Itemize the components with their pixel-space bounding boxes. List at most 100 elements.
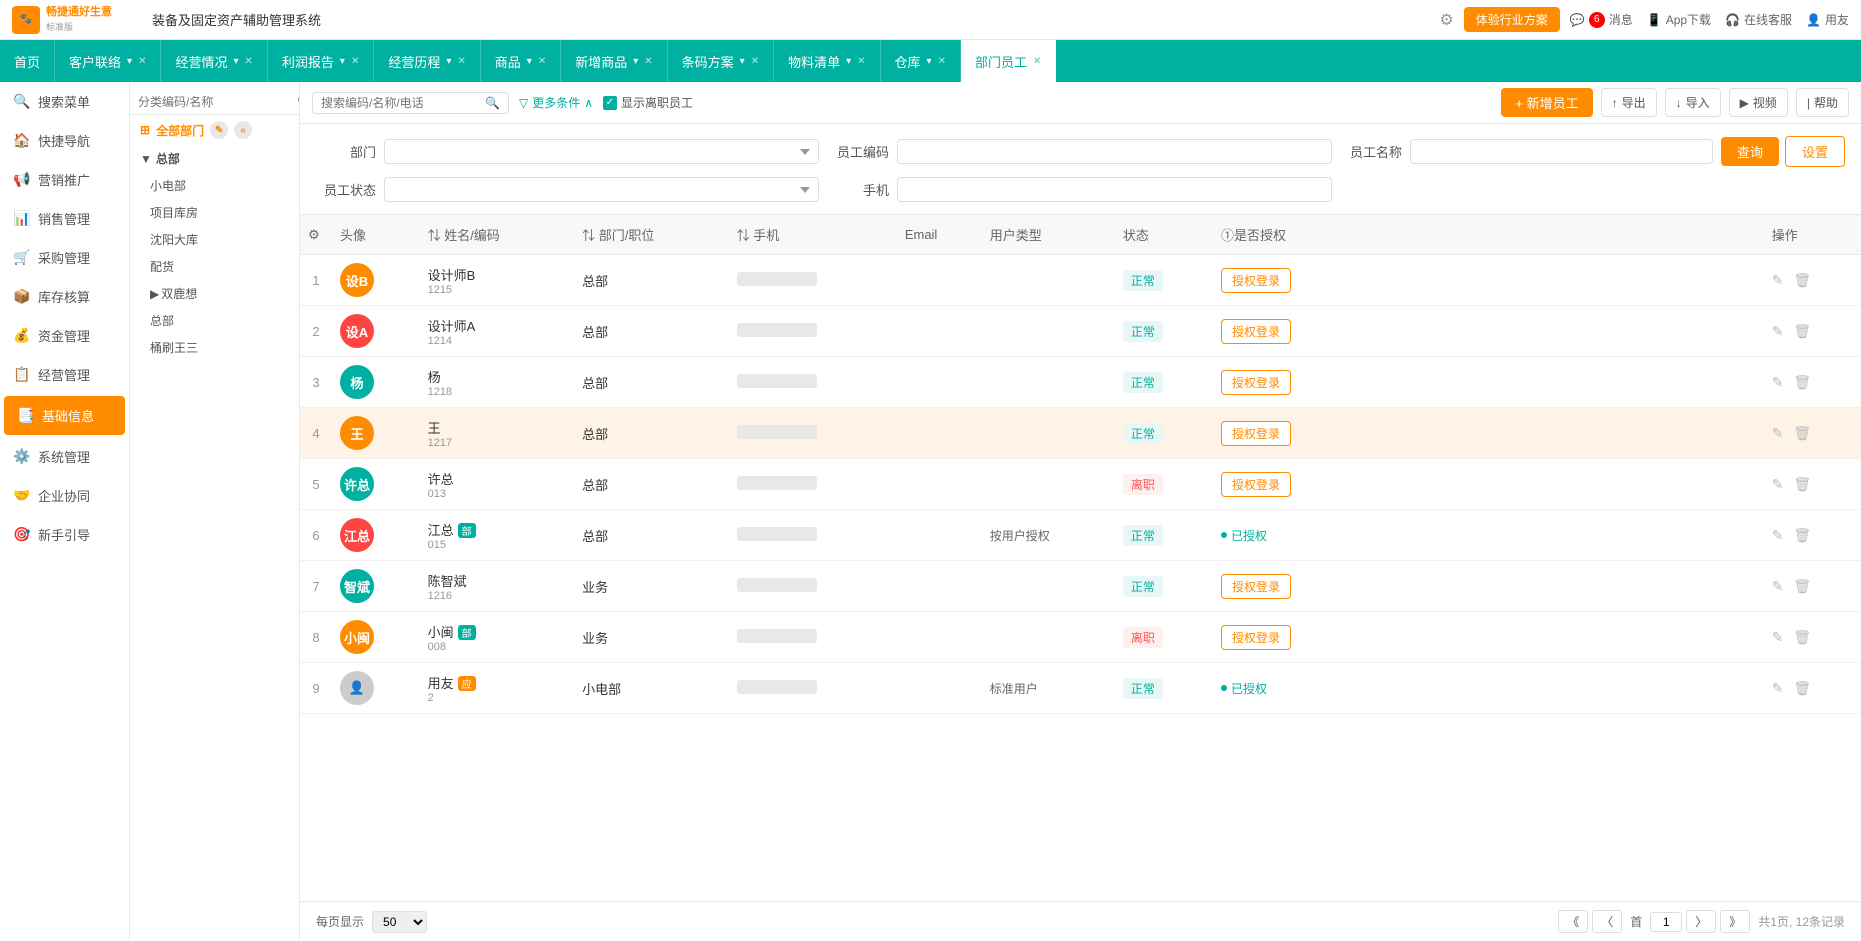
delete-icon[interactable]: 🗑 xyxy=(1793,374,1811,391)
nav-tab-bom[interactable]: 物料清单▾✕ xyxy=(774,40,880,82)
auth-btn-2[interactable]: 授权登录 xyxy=(1221,370,1291,395)
add-employee-btn[interactable]: + 新增员工 xyxy=(1501,88,1592,117)
page-label: 首 xyxy=(1630,913,1642,930)
user-btn[interactable]: 👤 用友 xyxy=(1806,11,1849,28)
delete-icon[interactable]: 🗑 xyxy=(1793,578,1811,595)
sidebar-item-marketing[interactable]: 📢 营销推广 xyxy=(0,160,129,199)
nav-tab-new-goods[interactable]: 新增商品▾✕ xyxy=(561,40,667,82)
sidebar-item-finance[interactable]: 💰 资金管理 xyxy=(0,316,129,355)
trial-btn[interactable]: 体验行业方案 xyxy=(1464,7,1560,32)
nav-tab-dept-staff[interactable]: 部门员工✕ xyxy=(961,40,1056,82)
dept-node-project[interactable]: 项目库房 xyxy=(130,199,299,226)
pager-next[interactable]: 〉 xyxy=(1686,910,1716,933)
pager-last[interactable]: 》 xyxy=(1720,910,1750,933)
search-btn[interactable]: 查询 xyxy=(1721,137,1779,166)
auth-btn-4[interactable]: 授权登录 xyxy=(1221,472,1291,497)
delete-icon[interactable]: 🗑 xyxy=(1793,272,1811,289)
sidebar-item-sales[interactable]: 📊 销售管理 xyxy=(0,199,129,238)
filter-more-btn[interactable]: ▽ 更多条件 ∧ xyxy=(519,94,593,111)
sidebar-item-purchase[interactable]: 🛒 采购管理 xyxy=(0,238,129,277)
dept-node-small-elec[interactable]: 小电部 xyxy=(130,172,299,199)
pager-prev[interactable]: 〈 xyxy=(1592,910,1622,933)
edit-icon[interactable]: ✎ xyxy=(1772,629,1784,646)
auth-btn-7[interactable]: 授权登录 xyxy=(1221,625,1291,650)
edit-icon[interactable]: ✎ xyxy=(1772,425,1784,442)
app-download-btn[interactable]: 📱 App下载 xyxy=(1647,11,1711,28)
dept-node-brush[interactable]: 桶刷王三 xyxy=(130,334,299,361)
phone-input[interactable] xyxy=(897,177,1332,202)
message-btn[interactable]: 💬 6 消息 xyxy=(1570,11,1633,28)
nav-tab-warehouse[interactable]: 仓库▾✕ xyxy=(881,40,961,82)
th-phone[interactable]: ⇅ 手机 xyxy=(729,215,897,255)
nav-tab-home[interactable]: 首页 xyxy=(0,40,55,82)
dept-node-shuanglu[interactable]: ▶ 双鹿想 xyxy=(130,280,299,307)
th-name[interactable]: ⇅ 姓名/编码 xyxy=(420,215,575,255)
dept-collapse-icon[interactable]: « xyxy=(234,121,252,139)
row-email-cell xyxy=(897,255,982,306)
nav-tab-goods[interactable]: 商品▾✕ xyxy=(481,40,561,82)
delete-icon[interactable]: 🗑 xyxy=(1793,476,1811,493)
nav-tab-history[interactable]: 经营历程▾✕ xyxy=(374,40,480,82)
top-bar-actions: 💬 6 消息 📱 App下载 🎧 在线客服 👤 用友 xyxy=(1570,11,1849,28)
th-settings[interactable]: ⚙ xyxy=(300,215,332,255)
sidebar-item-system[interactable]: ⚙️ 系统管理 xyxy=(0,437,129,476)
delete-icon[interactable]: 🗑 xyxy=(1793,425,1811,442)
dept-edit-icon[interactable]: ✎ xyxy=(210,121,228,139)
edit-icon[interactable]: ✎ xyxy=(1772,578,1784,595)
delete-icon[interactable]: 🗑 xyxy=(1793,629,1811,646)
row-op-cell: ✎ 🗑 xyxy=(1764,459,1861,510)
nav-tab-customer[interactable]: 客户联络▾✕ xyxy=(55,40,161,82)
delete-icon[interactable]: 🗑 xyxy=(1793,527,1811,544)
edit-icon[interactable]: ✎ xyxy=(1772,374,1784,391)
import-btn[interactable]: ↓ 导入 xyxy=(1665,88,1721,117)
auth-btn-0[interactable]: 授权登录 xyxy=(1221,268,1291,293)
show-resigned-toggle[interactable]: ✓ 显示离职员工 xyxy=(603,94,693,111)
th-dept[interactable]: ⇅ 部门/职位 xyxy=(574,215,729,255)
dept-group-general-label[interactable]: ▼ 总部 xyxy=(130,145,299,172)
dept-node-hq[interactable]: 总部 xyxy=(130,307,299,334)
auth-btn-6[interactable]: 授权登录 xyxy=(1221,574,1291,599)
dept-tree-header[interactable]: ⊞ 全部部门 ✎ « xyxy=(130,115,299,145)
page-input[interactable] xyxy=(1650,912,1682,932)
dept-node-shenyang[interactable]: 沈阳大库 xyxy=(130,226,299,253)
view-btn[interactable]: ▶ 视频 xyxy=(1729,88,1788,117)
dept-search-input[interactable] xyxy=(138,95,293,109)
row-email-cell xyxy=(897,561,982,612)
edit-icon[interactable]: ✎ xyxy=(1772,476,1784,493)
emp-name-input[interactable] xyxy=(1410,139,1713,164)
sidebar-item-enterprise[interactable]: 🤝 企业协同 xyxy=(0,476,129,515)
filter-search-input[interactable] xyxy=(321,96,481,110)
pager-first[interactable]: 《 xyxy=(1558,910,1588,933)
emp-code-input[interactable] xyxy=(897,139,1332,164)
edit-icon[interactable]: ✎ xyxy=(1772,323,1784,340)
online-service-btn[interactable]: 🎧 在线客服 xyxy=(1725,11,1792,28)
avatar: 杨 xyxy=(340,365,374,399)
sidebar-item-operations[interactable]: 📋 经营管理 xyxy=(0,355,129,394)
row-spacer-cell xyxy=(1364,255,1764,306)
nav-tab-barcode[interactable]: 条码方案▾✕ xyxy=(668,40,774,82)
delete-icon[interactable]: 🗑 xyxy=(1793,680,1811,697)
edit-icon[interactable]: ✎ xyxy=(1772,680,1784,697)
export-btn[interactable]: ↑ 导出 xyxy=(1601,88,1657,117)
sidebar-item-inventory[interactable]: 📦 库存核算 xyxy=(0,277,129,316)
sidebar-item-search[interactable]: 🔍 搜索菜单 xyxy=(0,82,129,121)
edit-icon[interactable]: ✎ xyxy=(1772,527,1784,544)
sidebar-item-basic-info[interactable]: 📑 基础信息 xyxy=(4,396,125,435)
settings-icon[interactable]: ⚙ xyxy=(1439,10,1453,30)
auth-btn-3[interactable]: 授权登录 xyxy=(1221,421,1291,446)
help-btn[interactable]: | 帮助 xyxy=(1796,88,1849,117)
resigned-checkbox[interactable]: ✓ xyxy=(603,96,617,110)
delete-icon[interactable]: 🗑 xyxy=(1793,323,1811,340)
sidebar-item-guide[interactable]: 🎯 新手引导 xyxy=(0,515,129,554)
per-page-select[interactable]: 50 20 100 xyxy=(372,911,427,933)
form-settings-btn[interactable]: 设置 xyxy=(1785,136,1845,167)
top-bar: 🐾 畅捷通好生意 标准版 装备及固定资产辅助管理系统 ⚙ 体验行业方案 💬 6 … xyxy=(0,0,1861,40)
auth-btn-1[interactable]: 授权登录 xyxy=(1221,319,1291,344)
emp-status-select[interactable] xyxy=(384,177,819,202)
dept-node-delivery[interactable]: 配货 xyxy=(130,253,299,280)
nav-tab-profit[interactable]: 利润报告▾✕ xyxy=(268,40,374,82)
edit-icon[interactable]: ✎ xyxy=(1772,272,1784,289)
sidebar-item-nav[interactable]: 🏠 快捷导航 xyxy=(0,121,129,160)
dept-select[interactable] xyxy=(384,139,819,164)
nav-tab-business[interactable]: 经营情况▾✕ xyxy=(161,40,267,82)
